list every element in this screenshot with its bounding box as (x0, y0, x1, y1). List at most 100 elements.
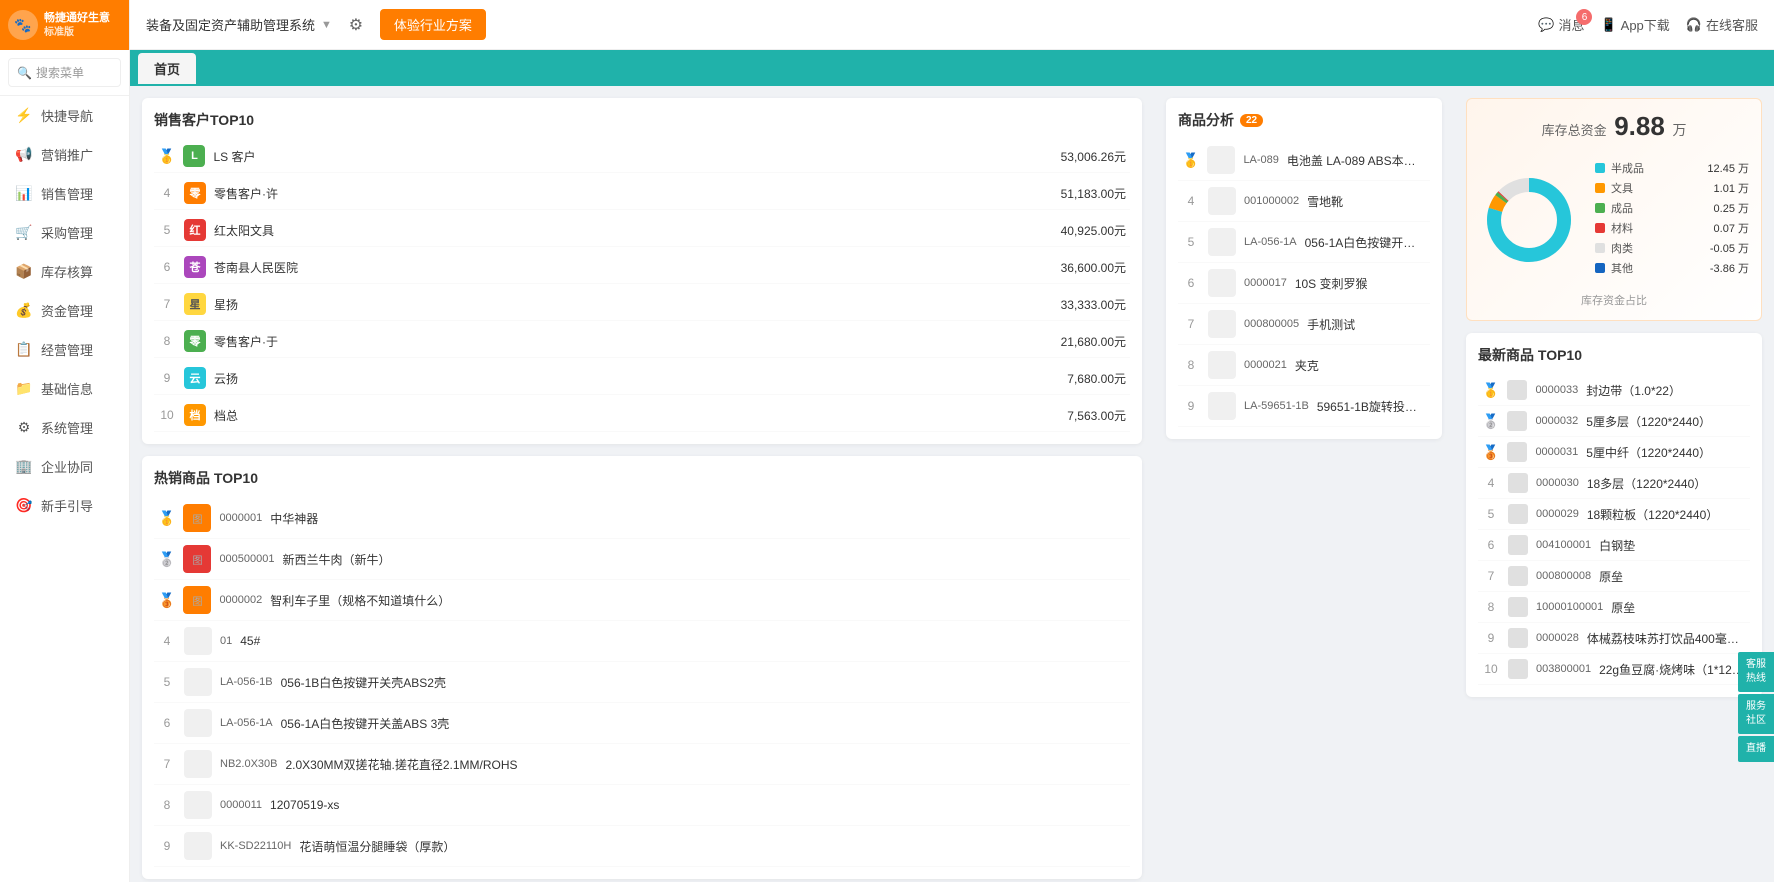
rank-num: 4 (1182, 194, 1200, 208)
rank-num: 9 (1182, 399, 1200, 413)
rank-medal: 🥇 (158, 510, 175, 527)
rank-num: 6 (158, 260, 176, 274)
rank-num: 8 (158, 334, 176, 348)
main-area: 装备及固定资产辅助管理系统 ▼ ⚙ 体验行业方案 💬 消息 6 📱 App下载 … (130, 0, 1774, 882)
hot-products-title: 热销商品 TOP10 (154, 468, 1130, 488)
sidebar-item-sales[interactable]: 📊 销售管理 (0, 174, 129, 213)
sidebar-item-marketing[interactable]: 📢 营销推广 (0, 135, 129, 174)
rank-num: 5 (158, 675, 176, 689)
rank-medal: 🥉 (158, 592, 175, 609)
sales-item: 🥇 L LS 客户 53,006.26元 (154, 140, 1130, 173)
new-products-card: 最新商品 TOP10 🥇 0000033 封边带（1.0*22） 🥈 00000… (1466, 333, 1762, 697)
product-thumbnail (1208, 269, 1236, 297)
page-tabs: 首页 (130, 50, 1774, 86)
product-thumbnail (1507, 442, 1527, 462)
rank-num: 10 (158, 408, 176, 422)
product-item: 8 0000011 12070519-xs (154, 785, 1130, 826)
product-item: 7 000800005 手机测试 (1178, 304, 1430, 345)
sidebar-logo: 🐾 畅捷通好生意 标准版 (0, 0, 129, 50)
legend-dot (1595, 223, 1605, 233)
live-button[interactable]: 直播 (1738, 736, 1774, 762)
product-item: 6 LA-056-1A 056-1A白色按键开关盖ABS 3壳 (154, 703, 1130, 744)
trial-button[interactable]: 体验行业方案 (380, 9, 486, 40)
online-service-button[interactable]: 🎧 在线客服 (1686, 15, 1758, 34)
new-product-item: 8 10000100001 原垒 (1478, 592, 1750, 623)
customer-name: 星扬 (214, 296, 1053, 313)
sales-amount: 7,680.00元 (1067, 370, 1126, 387)
customer-name: 零售客户·于 (214, 333, 1053, 350)
customer-name: 零售客户·许 (214, 185, 1053, 202)
customer-name: 红太阳文具 (214, 222, 1053, 239)
sidebar-item-basic[interactable]: 📁 基础信息 (0, 369, 129, 408)
rank-num: 5 (158, 223, 176, 237)
sidebar-item-enterprise[interactable]: 🏢 企业协同 (0, 447, 129, 486)
app-download-button[interactable]: 📱 App下载 (1600, 15, 1669, 34)
tab-home[interactable]: 首页 (138, 53, 196, 84)
product-thumbnail (184, 668, 212, 696)
product-item: 🥇 图 0000001 中华神器 (154, 498, 1130, 539)
product-thumbnail (1208, 310, 1236, 338)
rank-medal: 🥈 (158, 551, 175, 568)
content-area: 销售客户TOP10 🥇 L LS 客户 53,006.26元 4 零 零售客户·… (130, 86, 1774, 882)
product-thumbnail (1508, 504, 1528, 524)
product-thumbnail (1207, 146, 1235, 174)
hot-products-card: 热销商品 TOP10 🥇 图 0000001 中华神器 🥈 图 00050000… (142, 456, 1142, 879)
rank-medal: 🥇 (1182, 152, 1199, 169)
system-icon: ⚙ (15, 419, 33, 437)
sales-list: 🥇 L LS 客户 53,006.26元 4 零 零售客户·许 51,183.0… (154, 140, 1130, 432)
search-menu-button[interactable]: 🔍 搜索菜单 (8, 58, 121, 87)
system-selector[interactable]: 装备及固定资产辅助管理系统 ▼ (146, 15, 332, 34)
product-item: 🥇 LA-089 电池盖 LA-089 ABS本色+黑种 7.1克 (1178, 140, 1430, 181)
rank-num: 6 (1482, 538, 1500, 552)
rank-num: 7 (1482, 569, 1500, 583)
sidebar-item-purchase[interactable]: 🛒 采购管理 (0, 213, 129, 252)
legend-item: 文具 1.01 万 (1595, 180, 1749, 196)
legend-item: 材料 0.07 万 (1595, 220, 1749, 236)
sales-amount: 33,333.00元 (1061, 296, 1126, 313)
sales-amount: 53,006.26元 (1061, 148, 1126, 165)
sales-item: 6 苍 苍南县人民医院 36,600.00元 (154, 251, 1130, 284)
product-thumbnail (1508, 597, 1528, 617)
rank-num: 5 (1482, 507, 1500, 521)
rank-num: 5 (1182, 235, 1200, 249)
sales-item: 7 星 星扬 33,333.00元 (154, 288, 1130, 321)
rank-num: 8 (1182, 358, 1200, 372)
product-thumbnail (1208, 392, 1236, 420)
rank-num: 4 (158, 186, 176, 200)
new-product-item: 5 0000029 18颗粒板（1220*2440） (1478, 499, 1750, 530)
product-thumbnail (1507, 411, 1527, 431)
avatar: 档 (184, 404, 206, 426)
product-item: 6 0000017 10S 变刺罗猴 (1178, 263, 1430, 304)
sidebar-item-operation[interactable]: 📋 经营管理 (0, 330, 129, 369)
avatar: 云 (184, 367, 206, 389)
product-thumbnail: 图 (183, 504, 211, 532)
quick-nav-icon: ⚡ (15, 107, 33, 125)
customer-name: 苍南县人民医院 (214, 259, 1053, 276)
product-thumbnail (1508, 566, 1528, 586)
operation-icon: 📋 (15, 341, 33, 359)
rank-num: 7 (158, 297, 176, 311)
community-button[interactable]: 服务社区 (1738, 694, 1774, 734)
rank-num: 7 (158, 757, 176, 771)
sidebar-item-guide[interactable]: 🎯 新手引导 (0, 486, 129, 525)
product-item: 9 LA-59651-1B 59651-1B旋转投影灯电池盒 ABS黑色+58壳 (1178, 386, 1430, 427)
legend-item: 肉类 -0.05 万 (1595, 240, 1749, 256)
sidebar-item-system[interactable]: ⚙ 系统管理 (0, 408, 129, 447)
new-product-item: 6 004100001 白钢垫 (1478, 530, 1750, 561)
sidebar-item-quick[interactable]: ⚡ 快捷导航 (0, 96, 129, 135)
message-button[interactable]: 💬 消息 6 (1538, 15, 1584, 34)
sales-amount: 51,183.00元 (1061, 185, 1126, 202)
rank-num: 4 (1482, 476, 1500, 490)
rank-num: 9 (1482, 631, 1500, 645)
basic-icon: 📁 (15, 380, 33, 398)
rank-num: 4 (158, 634, 176, 648)
sidebar-item-inventory[interactable]: 📦 库存核算 (0, 252, 129, 291)
product-item: 4 001000002 雪地靴 (1178, 181, 1430, 222)
right-panel: 库存总资金 9.88 万 (1454, 86, 1774, 882)
product-item: 7 NB2.0X30B 2.0X30MM双搓花轴.搓花直径2.1MM/ROHS (154, 744, 1130, 785)
customer-service-button[interactable]: 客服热线 (1738, 652, 1774, 692)
sidebar-item-finance[interactable]: 💰 资金管理 (0, 291, 129, 330)
product-thumbnail (1508, 473, 1528, 493)
settings-button[interactable]: ⚙ (342, 11, 370, 39)
guide-icon: 🎯 (15, 497, 33, 515)
